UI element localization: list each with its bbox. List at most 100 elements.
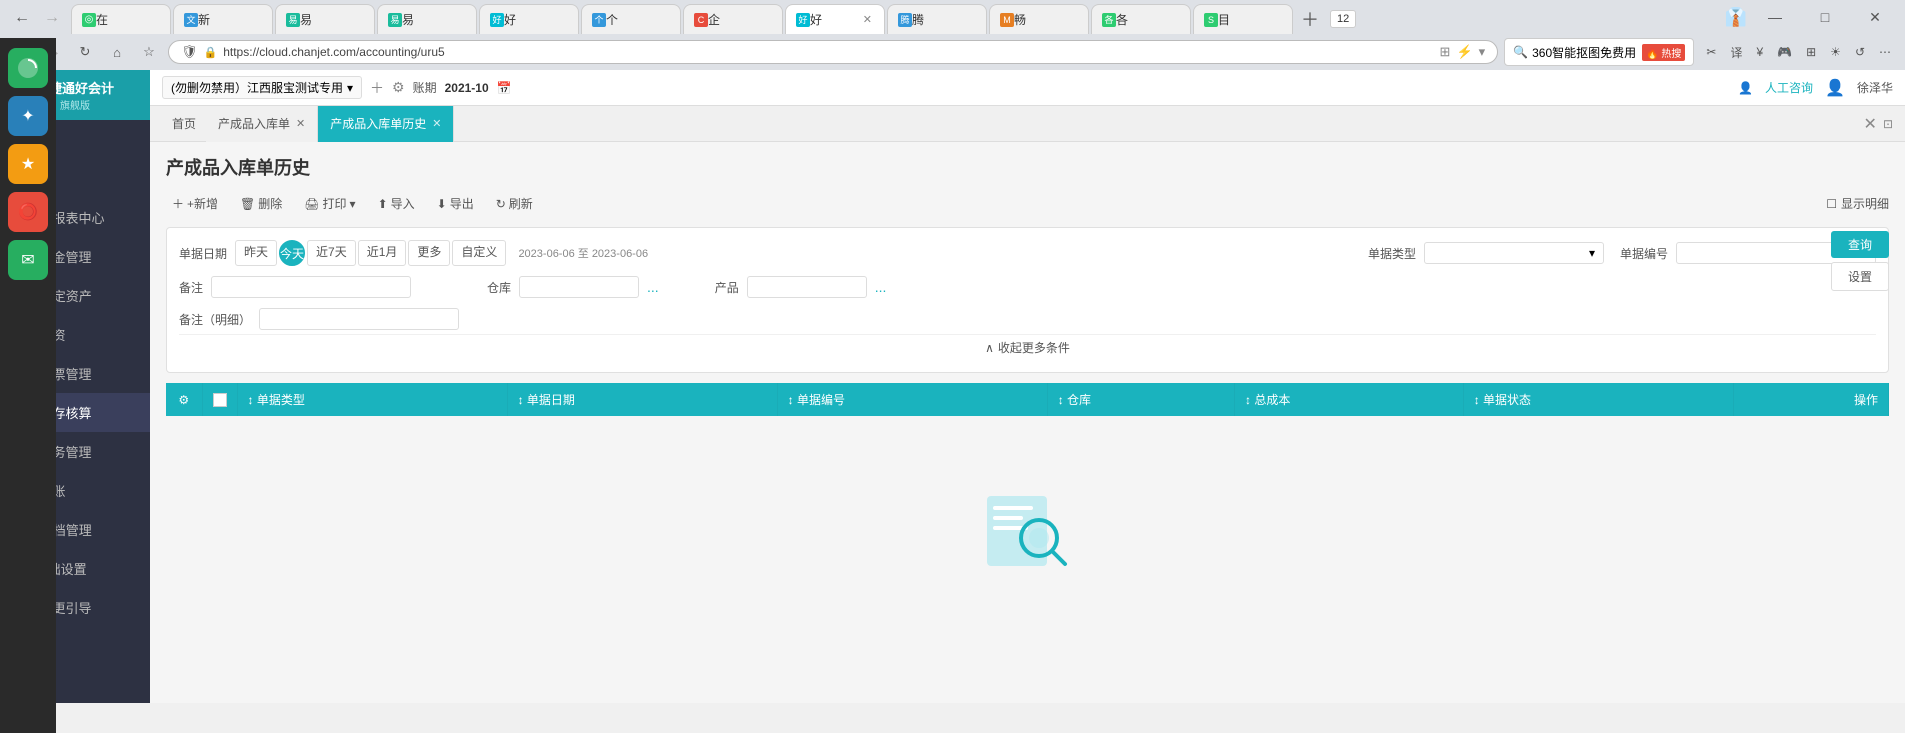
browser-tab-8[interactable]: 好 好 ✕ bbox=[785, 4, 885, 34]
sun-tool[interactable]: ☀ bbox=[1824, 39, 1847, 65]
tab-list-close[interactable]: ✕ bbox=[296, 117, 305, 130]
warehouse-input[interactable] bbox=[519, 276, 639, 298]
search-settings-button[interactable]: 设置 bbox=[1831, 262, 1889, 291]
date-btn-yesterday[interactable]: 昨天 bbox=[235, 240, 277, 266]
type-selector[interactable]: ▾ bbox=[1424, 242, 1604, 264]
col-status[interactable]: ↕ 单据状态 bbox=[1463, 383, 1733, 416]
search-360-bar[interactable]: 🔍 360智能抠图免费用 🔥 热搜 bbox=[1504, 38, 1694, 66]
add-button[interactable]: ＋ +新增 bbox=[166, 192, 224, 215]
url-text: https://cloud.chanjet.com/accounting/uru… bbox=[223, 45, 1433, 59]
url-lightning-icon[interactable]: ⚡ bbox=[1456, 44, 1472, 60]
url-dropdown-icon[interactable]: ▾ bbox=[1479, 44, 1486, 60]
scissors-tool[interactable]: ✂ bbox=[1700, 39, 1722, 65]
minimize-button[interactable]: — bbox=[1753, 2, 1797, 32]
tab-list-page[interactable]: 产成品入库单 ✕ bbox=[206, 106, 318, 142]
browser-home[interactable]: ⌂ bbox=[104, 39, 130, 65]
browser-tab-5[interactable]: 好 好 bbox=[479, 4, 579, 34]
profile-icon[interactable]: 👔 bbox=[1725, 7, 1747, 28]
company-selector[interactable]: (勿删勿禁用）江西服宝测试专用 ▾ bbox=[162, 76, 362, 99]
maximize-button[interactable]: □ bbox=[1803, 2, 1847, 32]
app-icon-4[interactable]: ⭕ bbox=[8, 192, 48, 232]
url-apps-icon[interactable]: ⊞ bbox=[1440, 44, 1451, 60]
browser-tab-3[interactable]: 易 易 bbox=[275, 4, 375, 34]
product-input[interactable] bbox=[747, 276, 867, 298]
browser-tab-6[interactable]: 个 个 bbox=[581, 4, 681, 34]
yuan-tool[interactable]: ¥ bbox=[1750, 39, 1769, 65]
forward-button[interactable]: → bbox=[38, 4, 66, 32]
back-button[interactable]: ← bbox=[8, 4, 36, 32]
company-settings-button[interactable]: ⚙ bbox=[392, 79, 405, 96]
search-row-3: 备注（明细） bbox=[179, 308, 1876, 330]
date-btn-more[interactable]: 更多 bbox=[408, 240, 450, 266]
browser-tab-12[interactable]: S 目 bbox=[1193, 4, 1293, 34]
panel-expand-button[interactable]: ⊡ bbox=[1883, 117, 1893, 131]
translate-tool[interactable]: 译 bbox=[1724, 39, 1748, 65]
browser-tab-1[interactable]: ◎ 在 bbox=[71, 4, 171, 34]
empty-state bbox=[166, 416, 1889, 649]
settings-tool[interactable]: ⋯ bbox=[1873, 39, 1897, 65]
note-filter-field: 备注 bbox=[179, 276, 411, 298]
tab-close-8[interactable]: ✕ bbox=[861, 13, 874, 26]
col-type[interactable]: ↕ 单据类型 bbox=[237, 383, 507, 416]
panel-close-button[interactable]: ✕ bbox=[1864, 114, 1877, 134]
url-bar[interactable]: 🛡 🔒 https://cloud.chanjet.com/accounting… bbox=[168, 40, 1498, 64]
note-detail-input[interactable] bbox=[259, 308, 459, 330]
browser-tab-4[interactable]: 易 易 bbox=[377, 4, 477, 34]
product-more-btn[interactable]: ... bbox=[875, 279, 887, 295]
query-button[interactable]: 查询 bbox=[1831, 231, 1889, 258]
browser-refresh[interactable]: ↻ bbox=[72, 39, 98, 65]
col-date[interactable]: ↕ 单据日期 bbox=[507, 383, 777, 416]
col-warehouse[interactable]: ↕ 仓库 bbox=[1047, 383, 1234, 416]
import-button[interactable]: ⬆ 导入 bbox=[372, 192, 421, 215]
delete-button[interactable]: 🗑 删除 bbox=[234, 192, 288, 215]
app-icon-mail[interactable]: ✉ bbox=[8, 240, 48, 280]
browser-tab-7[interactable]: C 企 bbox=[683, 4, 783, 34]
tab-history-page[interactable]: 产成品入库单历史 ✕ bbox=[318, 106, 454, 142]
company-name: (勿删勿禁用）江西服宝测试专用 bbox=[171, 79, 343, 96]
date-btn-today[interactable]: 今天 bbox=[279, 240, 305, 266]
tab-history-close[interactable]: ✕ bbox=[432, 117, 441, 130]
note-label: 备注 bbox=[179, 279, 203, 296]
col-settings[interactable]: ⚙ bbox=[166, 383, 202, 416]
type-filter-field: 单据类型 ▾ bbox=[1368, 242, 1604, 264]
export-button[interactable]: ⬇ 导出 bbox=[431, 192, 480, 215]
browser-tab-10[interactable]: M 畅 bbox=[989, 4, 1089, 34]
tab-favicon-6: 个 bbox=[592, 13, 606, 27]
col-number[interactable]: ↕ 单据编号 bbox=[777, 383, 1047, 416]
add-company-button[interactable]: ＋ bbox=[370, 78, 384, 98]
app-icon-2[interactable]: ✦ bbox=[8, 96, 48, 136]
app-icon-chanjet[interactable] bbox=[8, 48, 48, 88]
game-tool[interactable]: 🎮 bbox=[1771, 39, 1798, 65]
date-btn-1month[interactable]: 近1月 bbox=[358, 240, 407, 266]
close-window-button[interactable]: ✕ bbox=[1853, 2, 1897, 32]
collapse-button[interactable]: ∧ 收起更多条件 bbox=[179, 334, 1876, 360]
print-button[interactable]: 🖨 打印 ▾ bbox=[298, 192, 361, 215]
breadcrumb-home[interactable]: 首页 bbox=[162, 115, 206, 132]
print-dropdown-icon[interactable]: ▾ bbox=[350, 197, 356, 211]
date-btn-custom[interactable]: 自定义 bbox=[452, 240, 506, 266]
browser-bookmark[interactable]: ☆ bbox=[136, 39, 162, 65]
note-input[interactable] bbox=[211, 276, 411, 298]
refresh-button[interactable]: ↻ 刷新 bbox=[490, 192, 539, 215]
app-icon-3[interactable]: ★ bbox=[8, 144, 48, 184]
browser-tab-9[interactable]: 腾 腾 bbox=[887, 4, 987, 34]
new-tab-button[interactable]: ＋ bbox=[1295, 4, 1325, 34]
date-btn-7days[interactable]: 近7天 bbox=[307, 240, 356, 266]
col-check[interactable] bbox=[202, 383, 237, 416]
refresh-tool[interactable]: ↺ bbox=[1849, 39, 1871, 65]
company-dropdown-icon: ▾ bbox=[347, 81, 353, 95]
export-label: 导出 bbox=[450, 195, 474, 212]
browser-tab-11[interactable]: 各 各 bbox=[1091, 4, 1191, 34]
col-total-cost[interactable]: ↕ 总成本 bbox=[1235, 383, 1464, 416]
col-date-label: ↕ 单据日期 bbox=[518, 393, 575, 407]
show-cols-button[interactable]: ☐ 显示明细 bbox=[1826, 195, 1889, 212]
grid-tool[interactable]: ⊞ bbox=[1800, 39, 1822, 65]
col-action: 操作 bbox=[1733, 383, 1888, 416]
user-service-link[interactable]: 人工咨询 bbox=[1765, 79, 1813, 96]
browser-tab-2[interactable]: 文 新 bbox=[173, 4, 273, 34]
calendar-icon[interactable]: 📅 bbox=[497, 81, 512, 95]
empty-illustration bbox=[186, 476, 1869, 579]
product-label: 产品 bbox=[715, 279, 739, 296]
tab-list-label: 产成品入库单 bbox=[218, 115, 290, 132]
warehouse-more-btn[interactable]: ... bbox=[647, 279, 659, 295]
